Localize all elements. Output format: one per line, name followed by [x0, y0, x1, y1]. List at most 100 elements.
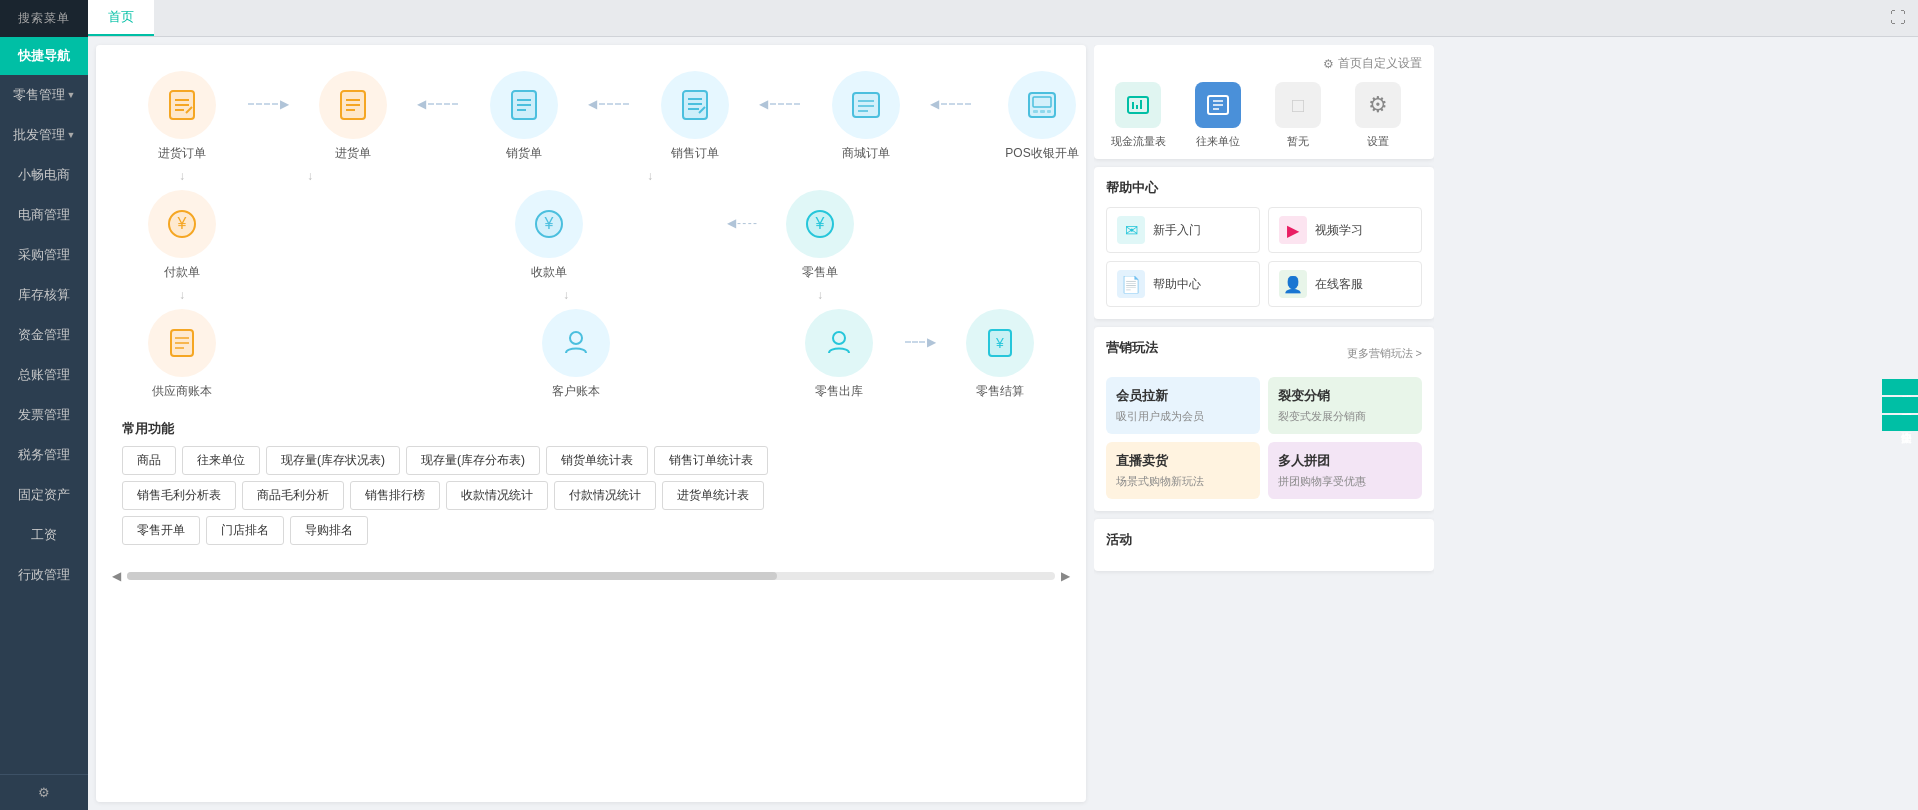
flow-node-sale[interactable]: 销货单 [464, 71, 584, 162]
func-btn-goods-profit[interactable]: 商品毛利分析 [242, 481, 344, 510]
tab-home[interactable]: 首页 [88, 0, 154, 36]
quick-icon-empty[interactable]: □ 暂无 [1266, 82, 1330, 149]
quick-access-header: ⚙ 首页自定义设置 [1106, 55, 1422, 72]
func-btn-partners[interactable]: 往来单位 [182, 446, 260, 475]
flow-node-mall-order[interactable]: 商城订单 [806, 71, 926, 162]
func-btn-receipt-stat[interactable]: 收款情况统计 [446, 481, 548, 510]
flow-node-purchase[interactable]: 进货单 [293, 71, 413, 162]
payment-icon: ¥ [148, 190, 216, 258]
sidebar-item-ledger[interactable]: 总账管理 [0, 355, 88, 395]
sidebar-settings[interactable]: ⚙ [0, 774, 88, 810]
func-btn-store-rank[interactable]: 门店排名 [206, 516, 284, 545]
beginner-label: 新手入门 [1153, 222, 1201, 239]
help-item-help[interactable]: 📄 帮助中心 [1106, 261, 1260, 307]
fission-title: 裂变分销 [1278, 387, 1412, 405]
float-btn-desktop[interactable]: 桌面快捷 [1882, 415, 1918, 431]
common-functions-title: 常用功能 [122, 420, 1060, 438]
partners-label: 往来单位 [1196, 134, 1240, 149]
sidebar-item-invoice[interactable]: 发票管理 [0, 395, 88, 435]
svg-text:¥: ¥ [544, 215, 554, 232]
marketing-section: 营销玩法 更多营销玩法 > 会员拉新 吸引用户成为会员 裂变分销 裂变式发展分销… [1094, 327, 1434, 511]
flow-diagram: 进货订单 ▶ 进货单 [106, 55, 1076, 412]
sidebar-item-label: 批发管理 [13, 126, 65, 144]
flow-node-retail-bill[interactable]: ¥ 零售单 [760, 190, 880, 281]
flow-row-3: 供应商账本 客户账本 [122, 309, 1060, 400]
flow-node-retail-out[interactable]: 零售出库 [779, 309, 899, 400]
quick-icon-partners[interactable]: 往来单位 [1186, 82, 1250, 149]
svg-rect-30 [1047, 110, 1051, 113]
float-btn-hotline[interactable]: 客服热线 [1882, 379, 1918, 395]
func-btn-sale-order-stat[interactable]: 销售订单统计表 [654, 446, 768, 475]
activity-section: 活动 [1094, 519, 1434, 571]
flow-node-pos[interactable]: POS收银开单 [977, 71, 1086, 162]
func-btn-goods[interactable]: 商品 [122, 446, 176, 475]
sidebar-item-inventory[interactable]: 库存核算 [0, 275, 88, 315]
func-btn-stock-dist[interactable]: 现存量(库存分布表) [406, 446, 540, 475]
quick-icon-cashflow[interactable]: 现金流量表 [1106, 82, 1170, 149]
func-btn-payment-stat[interactable]: 付款情况统计 [554, 481, 656, 510]
gear-icon: ⚙ [1323, 57, 1334, 71]
common-functions: 常用功能 商品 往来单位 现存量(库存状况表) 现存量(库存分布表) 销货单统计… [106, 412, 1076, 563]
func-btn-purchase-stat[interactable]: 进货单统计表 [662, 481, 764, 510]
sidebar-item-label: 库存核算 [18, 286, 70, 304]
sidebar-item-retail[interactable]: 零售管理 ▼ [0, 75, 88, 115]
chevron-down-icon: ▼ [67, 130, 76, 140]
more-marketing-link[interactable]: 更多营销玩法 > [1347, 346, 1422, 361]
flow-node-receipt[interactable]: ¥ 收款单 [489, 190, 609, 281]
sidebar-item-admin[interactable]: 行政管理 [0, 555, 88, 595]
func-btn-retail-order[interactable]: 零售开单 [122, 516, 200, 545]
scroll-left-arrow[interactable]: ◀ [110, 569, 123, 583]
sidebar-quick-nav[interactable]: 快捷导航 [0, 37, 88, 75]
common-functions-grid-3: 零售开单 门店排名 导购排名 [122, 516, 1060, 545]
help-item-beginner[interactable]: ✉ 新手入门 [1106, 207, 1260, 253]
sidebar-item-purchase[interactable]: 采购管理 [0, 235, 88, 275]
help-item-service[interactable]: 👤 在线客服 [1268, 261, 1422, 307]
beginner-icon: ✉ [1117, 216, 1145, 244]
sidebar-item-ecommerce-small[interactable]: 小畅电商 [0, 155, 88, 195]
sidebar-item-finance[interactable]: 资金管理 [0, 315, 88, 355]
fullscreen-button[interactable]: ⛶ [1878, 0, 1918, 36]
flow-node-supplier-account[interactable]: 供应商账本 [122, 309, 242, 400]
sidebar-item-wholesale[interactable]: 批发管理 ▼ [0, 115, 88, 155]
marketing-header: 营销玩法 更多营销玩法 > [1106, 339, 1422, 367]
float-btn-community[interactable]: 服务社区 [1882, 397, 1918, 413]
sidebar-search[interactable]: 搜索菜单 [0, 0, 88, 37]
flow-node-sale-order[interactable]: 销售订单 [635, 71, 755, 162]
flow-node-payment[interactable]: ¥ 付款单 [122, 190, 242, 281]
sidebar-item-label: 小畅电商 [18, 166, 70, 184]
horizontal-scrollbar: ◀ ▶ [106, 563, 1076, 587]
func-btn-sale-profit[interactable]: 销售毛利分析表 [122, 481, 236, 510]
sidebar-item-tax[interactable]: 税务管理 [0, 435, 88, 475]
flow-node-purchase-order[interactable]: 进货订单 [122, 71, 242, 162]
func-btn-sale-stat[interactable]: 销货单统计表 [546, 446, 648, 475]
flow-node-customer-account[interactable]: 客户账本 [516, 309, 636, 400]
marketing-item-group[interactable]: 多人拼团 拼团购物享受优惠 [1268, 442, 1422, 499]
sidebar-item-label: 税务管理 [18, 446, 70, 464]
service-icon: 👤 [1279, 270, 1307, 298]
sidebar-item-assets[interactable]: 固定资产 [0, 475, 88, 515]
sidebar-item-label: 工资 [31, 526, 57, 544]
arrow-2: ◀ [413, 97, 464, 111]
empty-label: 暂无 [1287, 134, 1309, 149]
customize-link[interactable]: ⚙ 首页自定义设置 [1323, 55, 1422, 72]
func-btn-sale-rank[interactable]: 销售排行榜 [350, 481, 440, 510]
marketing-item-live[interactable]: 直播卖货 场景式购物新玩法 [1106, 442, 1260, 499]
float-buttons: 客服热线 服务社区 桌面快捷 [1882, 379, 1918, 431]
sidebar-item-ecommerce[interactable]: 电商管理 [0, 195, 88, 235]
sidebar-item-salary[interactable]: 工资 [0, 515, 88, 555]
marketing-item-fission[interactable]: 裂变分销 裂变式发展分销商 [1268, 377, 1422, 434]
mall-order-label: 商城订单 [842, 145, 890, 162]
quick-icon-settings[interactable]: ⚙ 设置 [1346, 82, 1410, 149]
flow-node-retail-settle[interactable]: ¥ 零售结算 [940, 309, 1060, 400]
marketing-item-member[interactable]: 会员拉新 吸引用户成为会员 [1106, 377, 1260, 434]
scroll-right-arrow[interactable]: ▶ [1059, 569, 1072, 583]
sidebar-item-label: 电商管理 [18, 206, 70, 224]
func-btn-stock-status[interactable]: 现存量(库存状况表) [266, 446, 400, 475]
customer-account-label: 客户账本 [552, 383, 600, 400]
help-item-video[interactable]: ▶ 视频学习 [1268, 207, 1422, 253]
empty-icon-box: □ [1275, 82, 1321, 128]
scroll-track[interactable] [127, 572, 1055, 580]
func-btn-guide-rank[interactable]: 导购排名 [290, 516, 368, 545]
sidebar-item-label: 固定资产 [18, 486, 70, 504]
arrow-5: ◀ [926, 97, 977, 111]
